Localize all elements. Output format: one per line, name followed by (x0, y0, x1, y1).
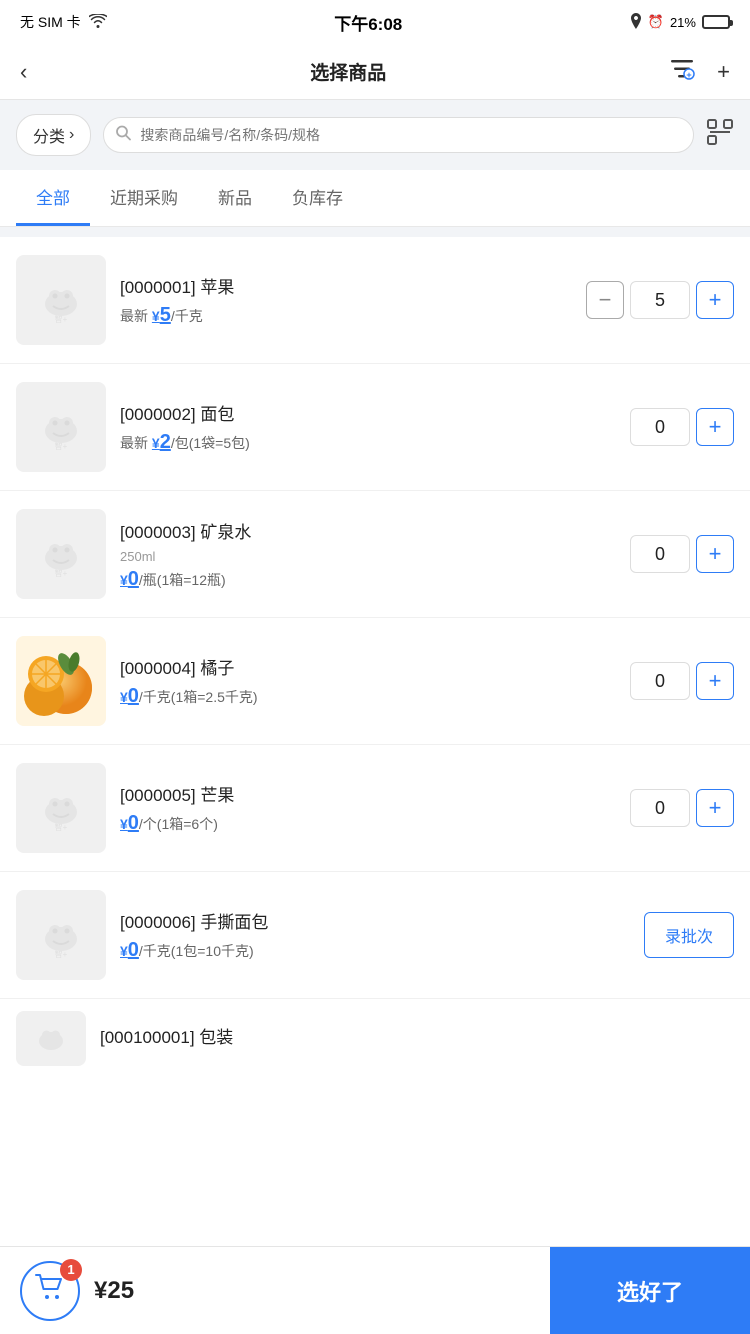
product-image-placeholder: 智+ (16, 509, 106, 599)
cart-area: 1 ¥25 (20, 1261, 134, 1321)
qty-control: 录批次 (644, 912, 734, 958)
product-item: 智+ [0000006] 手撕面包 ¥0/千克(1包=10千克) 录批次 (0, 872, 750, 999)
nav-actions: + + (669, 58, 730, 86)
svg-text:智+: 智+ (55, 568, 68, 578)
cart-icon (35, 1274, 65, 1307)
svg-text:+: + (686, 70, 691, 80)
product-info: [000100001] 包装 (100, 1023, 734, 1054)
qty-control: + (630, 789, 734, 827)
product-price: 最新 ¥2/包(1袋=5包) (120, 431, 616, 454)
page-title: 选择商品 (310, 58, 386, 85)
qty-plus-button[interactable]: + (696, 789, 734, 827)
product-item: 智+ [0000005] 芒果 ¥0/个(1箱=6个) + (0, 745, 750, 872)
svg-text:智+: 智+ (55, 949, 68, 959)
product-info: [0000006] 手撕面包 ¥0/千克(1包=10千克) (120, 908, 630, 962)
carrier-label: 无 SIM 卡 (20, 12, 81, 32)
product-item-partial: [000100001] 包装 (0, 999, 750, 1069)
product-image-placeholder: 智+ (16, 763, 106, 853)
product-list: 智+ [0000001] 苹果 最新 ¥5/千克 − + 智+ (0, 237, 750, 1069)
tab-bar: 全部 近期采购 新品 负库存 (0, 170, 750, 227)
product-name: [0000001] 苹果 (120, 273, 572, 298)
product-item: 智+ [0000003] 矿泉水 250ml ¥0/瓶(1箱=12瓶) + (0, 491, 750, 618)
product-item: 智+ [0000002] 面包 最新 ¥2/包(1袋=5包) + (0, 364, 750, 491)
product-image-placeholder (16, 1011, 86, 1066)
qty-input[interactable] (630, 662, 690, 700)
product-spec: 250ml (120, 549, 616, 564)
product-name: [0000003] 矿泉水 (120, 518, 616, 543)
alarm-icon: ⏰ (648, 14, 664, 30)
qty-control: + (630, 662, 734, 700)
product-price: ¥0/千克(1包=10千克) (120, 939, 630, 962)
product-image-placeholder: 智+ (16, 255, 106, 345)
product-item: [0000004] 橘子 ¥0/千克(1箱=2.5千克) + (0, 618, 750, 745)
back-button[interactable]: ‹ (20, 59, 27, 85)
qty-control: + (630, 408, 734, 446)
product-image (16, 636, 106, 726)
product-name: [0000005] 芒果 (120, 781, 616, 806)
product-image-placeholder: 智+ (16, 890, 106, 980)
cart-icon-wrap[interactable]: 1 (20, 1261, 80, 1321)
product-name: [0000004] 橘子 (120, 654, 616, 679)
status-bar: 无 SIM 卡 下午6:08 ⏰ 21% (0, 0, 750, 44)
wifi-icon (89, 14, 107, 31)
product-info: [0000004] 橘子 ¥0/千克(1箱=2.5千克) (120, 654, 616, 708)
category-label: 分类 (33, 123, 65, 147)
tab-new[interactable]: 新品 (198, 170, 272, 226)
qty-plus-button[interactable]: + (696, 535, 734, 573)
cart-total: ¥25 (94, 1277, 134, 1305)
product-name: [000100001] 包装 (100, 1023, 734, 1048)
svg-text:智+: 智+ (55, 441, 68, 451)
search-icon (115, 125, 131, 146)
battery-label: 21% (670, 15, 696, 30)
product-info: [0000001] 苹果 最新 ¥5/千克 (120, 273, 572, 327)
product-name: [0000006] 手撕面包 (120, 908, 630, 933)
qty-plus-button[interactable]: + (696, 281, 734, 319)
qty-input[interactable] (630, 281, 690, 319)
battery-icon (702, 15, 730, 29)
status-time: 下午6:08 (334, 10, 402, 35)
svg-text:智+: 智+ (55, 314, 68, 324)
qty-plus-button[interactable]: + (696, 408, 734, 446)
qty-control: − + (586, 281, 734, 319)
product-price: ¥0/千克(1箱=2.5千克) (120, 685, 616, 708)
scan-button[interactable] (706, 118, 734, 152)
qty-input[interactable] (630, 408, 690, 446)
search-box-wrap (103, 117, 694, 153)
tab-all[interactable]: 全部 (16, 170, 90, 226)
product-item: 智+ [0000001] 苹果 最新 ¥5/千克 − + (0, 237, 750, 364)
filter-button[interactable]: + (669, 58, 695, 86)
section-divider (0, 227, 750, 237)
product-info: [0000005] 芒果 ¥0/个(1箱=6个) (120, 781, 616, 835)
qty-minus-button[interactable]: − (586, 281, 624, 319)
qty-control: + (630, 535, 734, 573)
tab-negative[interactable]: 负库存 (272, 170, 363, 226)
add-button[interactable]: + (717, 59, 730, 85)
product-info: [0000003] 矿泉水 250ml ¥0/瓶(1箱=12瓶) (120, 518, 616, 591)
location-icon (630, 13, 642, 32)
product-info: [0000002] 面包 最新 ¥2/包(1袋=5包) (120, 400, 616, 454)
bottom-bar: 1 ¥25 选好了 (0, 1246, 750, 1334)
qty-input[interactable] (630, 535, 690, 573)
category-button[interactable]: 分类 › (16, 114, 91, 156)
product-price: 最新 ¥5/千克 (120, 304, 572, 327)
status-right: ⏰ 21% (630, 13, 730, 32)
product-price: ¥0/瓶(1箱=12瓶) (120, 568, 616, 591)
tab-recent[interactable]: 近期采购 (90, 170, 198, 226)
product-image-placeholder: 智+ (16, 382, 106, 472)
product-name: [0000002] 面包 (120, 400, 616, 425)
filter-bar: 分类 › (0, 100, 750, 170)
status-left: 无 SIM 卡 (20, 12, 107, 32)
confirm-button[interactable]: 选好了 (550, 1247, 750, 1334)
cart-badge: 1 (60, 1259, 82, 1281)
category-chevron-icon: › (69, 126, 74, 144)
batch-button[interactable]: 录批次 (644, 912, 734, 958)
nav-bar: ‹ 选择商品 + + (0, 44, 750, 100)
qty-input[interactable] (630, 789, 690, 827)
product-price: ¥0/个(1箱=6个) (120, 812, 616, 835)
svg-text:智+: 智+ (55, 822, 68, 832)
qty-plus-button[interactable]: + (696, 662, 734, 700)
search-input[interactable] (103, 117, 694, 153)
